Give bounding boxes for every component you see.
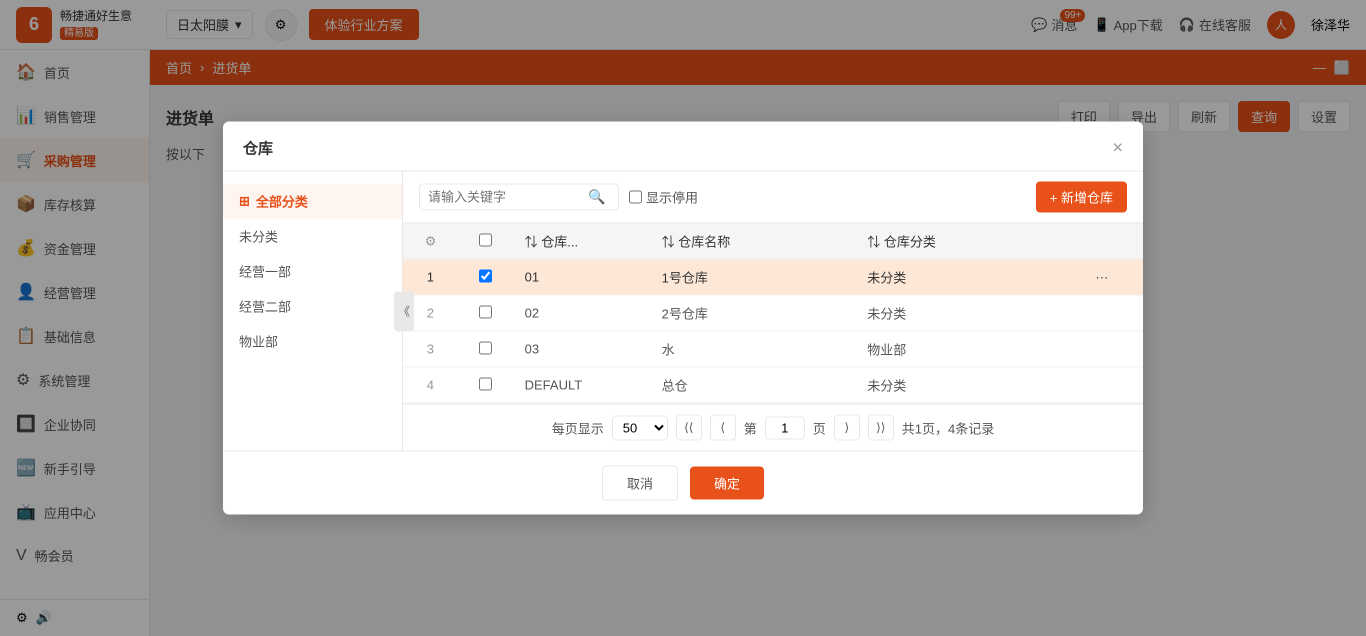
row-category: 未分类	[855, 259, 1061, 295]
add-warehouse-button[interactable]: + 新增仓库	[1036, 182, 1127, 213]
show-disabled-label: 显示停用	[629, 188, 698, 207]
col-code-header[interactable]: ⇅ 仓库...	[513, 224, 650, 260]
collapse-button[interactable]: 《	[394, 291, 414, 331]
row-category: 未分类	[855, 295, 1061, 331]
row-checkbox-cell	[458, 367, 513, 403]
row-name: 1号仓库	[650, 259, 856, 295]
next-page-button[interactable]: ⟩	[834, 415, 860, 441]
warehouse-right-panel: 🔍 显示停用 + 新增仓库 ⚙	[403, 172, 1143, 451]
warehouse-table-area: ⚙ ⇅ 仓库... ⇅ 仓库名称	[403, 224, 1143, 404]
row-checkbox[interactable]	[479, 377, 492, 390]
row-name: 2号仓库	[650, 295, 856, 331]
row-checkbox-cell	[458, 295, 513, 331]
dialog-close-button[interactable]: ×	[1112, 138, 1123, 159]
pagination: 每页显示 50 100 200 ⟨⟨ ⟨ 第 页 ⟩ ⟩⟩ 共1页，4条记录	[403, 404, 1143, 451]
row-num: 1	[403, 259, 458, 295]
row-name: 总仓	[650, 367, 856, 403]
row-category: 未分类	[855, 367, 1061, 403]
row-code: 03	[513, 331, 650, 367]
col-category-header[interactable]: ⇅ 仓库分类	[855, 224, 1061, 260]
row-code: 02	[513, 295, 650, 331]
table-header-row: ⚙ ⇅ 仓库... ⇅ 仓库名称	[403, 224, 1143, 260]
row-checkbox-cell	[458, 331, 513, 367]
dialog-footer: 取消 确定	[223, 451, 1143, 515]
table-row[interactable]: 1 01 1号仓库 未分类 ···	[403, 259, 1143, 295]
row-category: 物业部	[855, 331, 1061, 367]
page-unit-label: 页	[813, 418, 826, 437]
page-label: 第	[744, 418, 757, 437]
last-page-button[interactable]: ⟩⟩	[868, 415, 894, 441]
table-row[interactable]: 3 03 水 物业部	[403, 331, 1143, 367]
sort-icon3: ⇅	[867, 235, 880, 250]
search-box: 🔍	[419, 184, 619, 211]
dialog-header: 仓库 ×	[223, 122, 1143, 172]
category-dept1[interactable]: 经营一部	[223, 254, 402, 289]
row-checkbox[interactable]	[479, 269, 492, 282]
dialog-title: 仓库	[243, 138, 273, 159]
category-uncategorized[interactable]: 未分类	[223, 219, 402, 254]
row-code: 01	[513, 259, 650, 295]
confirm-button[interactable]: 确定	[690, 467, 764, 500]
select-all-checkbox[interactable]	[479, 233, 492, 246]
col-checkbox	[458, 224, 513, 260]
table-row[interactable]: 2 02 2号仓库 未分类	[403, 295, 1143, 331]
row-name: 水	[650, 331, 856, 367]
warehouse-dialog: 仓库 × 《 ⊞ 全部分类 未分类 经营一部 经营二部 物业部	[223, 122, 1143, 515]
page-size-select[interactable]: 50 100 200	[612, 415, 668, 440]
gear-col-icon[interactable]: ⚙	[425, 233, 437, 248]
sort-icon2: ⇅	[662, 235, 675, 250]
warehouse-table: ⚙ ⇅ 仓库... ⇅ 仓库名称	[403, 224, 1143, 404]
row-checkbox[interactable]	[479, 341, 492, 354]
total-info: 共1页，4条记录	[902, 418, 994, 437]
row-actions	[1061, 367, 1143, 403]
per-page-label: 每页显示	[552, 418, 604, 437]
dialog-body: 《 ⊞ 全部分类 未分类 经营一部 经营二部 物业部 🔍	[223, 172, 1143, 451]
category-dept2[interactable]: 经营二部	[223, 289, 402, 324]
table-row[interactable]: 4 DEFAULT 总仓 未分类	[403, 367, 1143, 403]
grid-icon: ⊞	[239, 193, 250, 209]
category-all[interactable]: ⊞ 全部分类	[223, 184, 402, 219]
row-num: 4	[403, 367, 458, 403]
row-actions: ···	[1061, 259, 1143, 295]
row-code: DEFAULT	[513, 367, 650, 403]
first-page-button[interactable]: ⟨⟨	[676, 415, 702, 441]
sort-icon: ⇅	[525, 235, 538, 250]
prev-page-button[interactable]: ⟨	[710, 415, 736, 441]
search-button[interactable]: 🔍	[580, 189, 613, 206]
show-disabled-checkbox[interactable]	[629, 191, 642, 204]
row-actions	[1061, 295, 1143, 331]
search-input[interactable]	[420, 185, 580, 210]
row-checkbox-cell	[458, 259, 513, 295]
col-name-header[interactable]: ⇅ 仓库名称	[650, 224, 856, 260]
col-num: ⚙	[403, 224, 458, 260]
page-input[interactable]	[765, 416, 805, 439]
col-actions-header	[1061, 224, 1143, 260]
category-panel: 《 ⊞ 全部分类 未分类 经营一部 经营二部 物业部	[223, 172, 403, 451]
row-checkbox[interactable]	[479, 305, 492, 318]
category-property[interactable]: 物业部	[223, 324, 402, 359]
row-actions	[1061, 331, 1143, 367]
right-toolbar: 🔍 显示停用 + 新增仓库	[403, 172, 1143, 224]
row-num: 3	[403, 331, 458, 367]
cancel-button[interactable]: 取消	[602, 466, 678, 501]
